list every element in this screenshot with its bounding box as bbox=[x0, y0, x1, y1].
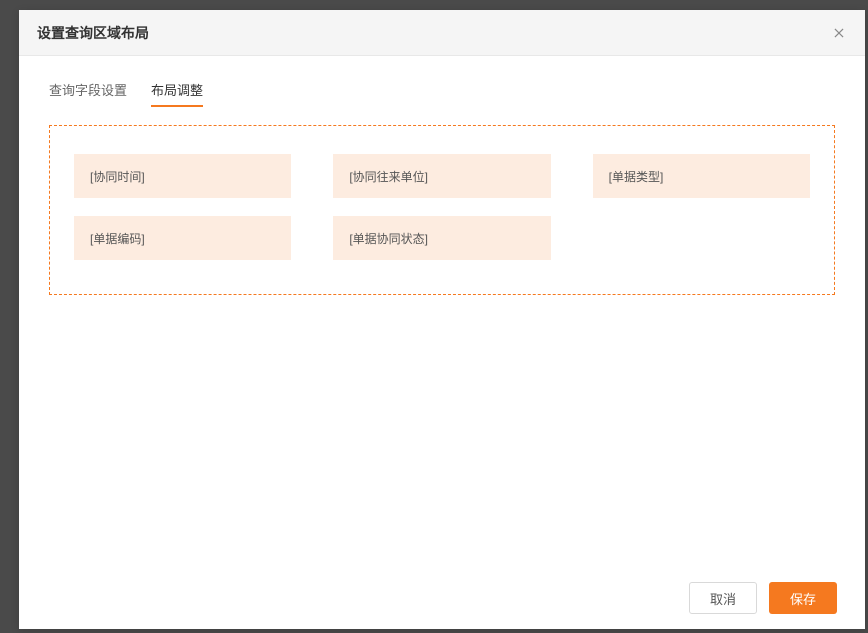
layout-dropzone[interactable]: [协同时间] [协同往来单位] [单据类型] [单据编码] [单据协同状态] bbox=[49, 125, 835, 295]
field-item[interactable]: [单据编码] bbox=[74, 216, 291, 260]
modal-footer: 取消 保存 bbox=[19, 567, 865, 629]
modal-title: 设置查询区域布局 bbox=[37, 23, 149, 43]
modal-body: 查询字段设置 布局调整 [协同时间] [协同往来单位] [单据类型] [单据编码… bbox=[19, 56, 865, 567]
field-item[interactable]: [协同往来单位] bbox=[333, 154, 550, 198]
field-item[interactable]: [单据协同状态] bbox=[333, 216, 550, 260]
save-button[interactable]: 保存 bbox=[769, 582, 837, 614]
modal-header: 设置查询区域布局 bbox=[19, 10, 865, 56]
field-grid: [协同时间] [协同往来单位] [单据类型] [单据编码] [单据协同状态] bbox=[74, 154, 810, 260]
field-item[interactable]: [协同时间] bbox=[74, 154, 291, 198]
modal-dialog: 设置查询区域布局 查询字段设置 布局调整 [协同时间] [协同往来单位] [单据… bbox=[19, 10, 865, 629]
tab-query-fields[interactable]: 查询字段设置 bbox=[49, 80, 127, 107]
tab-layout-adjust[interactable]: 布局调整 bbox=[151, 80, 203, 107]
cancel-button[interactable]: 取消 bbox=[689, 582, 757, 614]
close-icon[interactable] bbox=[831, 25, 847, 41]
field-item[interactable]: [单据类型] bbox=[593, 154, 810, 198]
tabs: 查询字段设置 布局调整 bbox=[49, 80, 835, 107]
